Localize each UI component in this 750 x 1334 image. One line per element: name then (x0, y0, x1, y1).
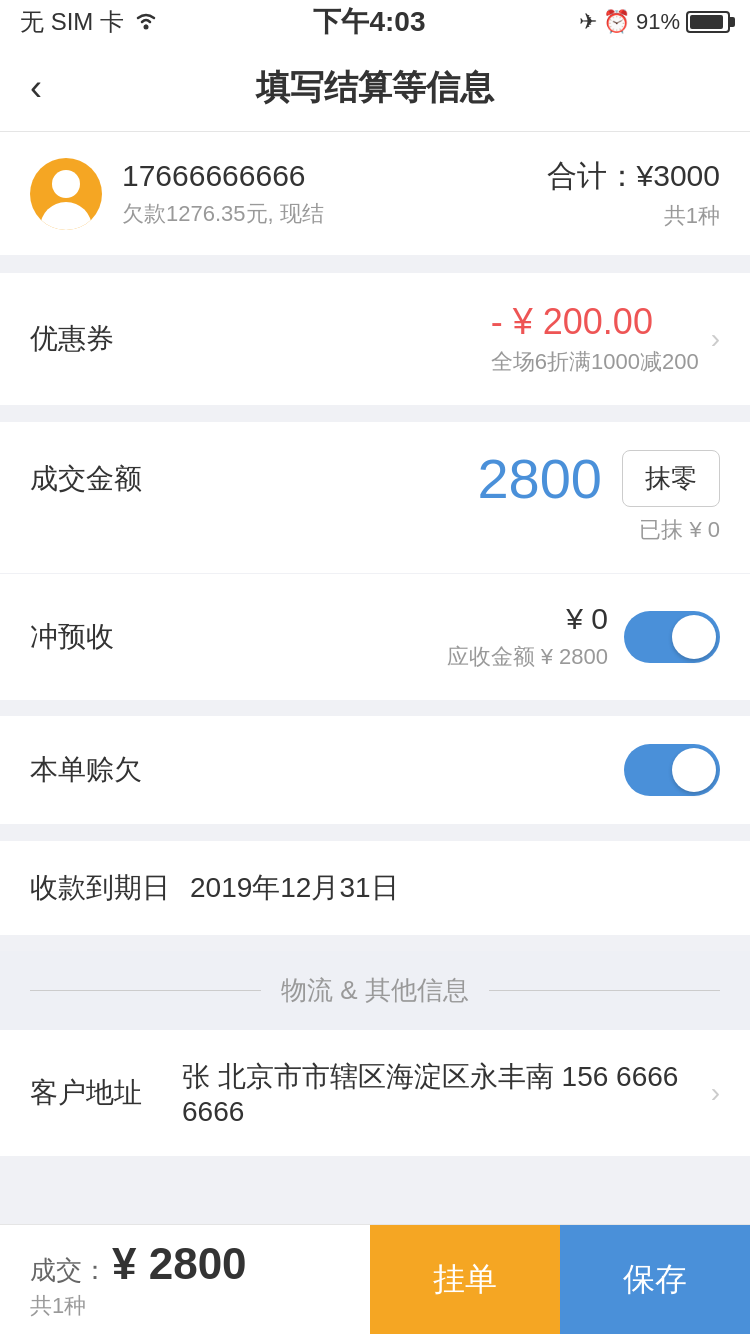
debt-row: 本单赊欠 (0, 716, 750, 825)
nav-bar: ‹ 填写结算等信息 (0, 44, 750, 132)
precollect-section: 冲预收 ¥ 0 应收金额 ¥ 2800 (0, 574, 750, 700)
footer: 成交： ¥ 2800 共1种 挂单 保存 (0, 1224, 750, 1334)
logistics-line-left (30, 990, 261, 991)
customer-info: 17666666666 欠款1276.35元, 现结 (122, 159, 324, 229)
svg-point-0 (144, 25, 149, 30)
due-date-value: 2019年12月31日 (190, 869, 399, 907)
status-right: ✈ ⏰ 91% (579, 9, 730, 35)
back-button[interactable]: ‹ (30, 67, 42, 109)
customer-phone: 17666666666 (122, 159, 324, 193)
footer-left: 成交： ¥ 2800 共1种 (0, 1239, 370, 1321)
logistics-line-right (489, 990, 720, 991)
deal-label: 成交金额 (30, 460, 142, 498)
location-icon: ✈ (579, 9, 597, 35)
precollect-amount-area: ¥ 0 应收金额 ¥ 2800 (447, 602, 608, 672)
battery-percent: 91% (636, 9, 680, 35)
footer-deal-row: 成交： ¥ 2800 (30, 1239, 340, 1289)
coupon-desc: 全场6折满1000减200 (491, 347, 699, 377)
total-amount: 合计：¥3000 (547, 156, 720, 197)
address-row[interactable]: 客户地址 张 北京市市辖区海淀区永丰南 156 6666 6666 › (0, 1030, 750, 1156)
debt-toggle-thumb (672, 748, 716, 792)
footer-amount: ¥ 2800 (112, 1239, 247, 1289)
deal-amount-section: 成交金额 2800 抹零 已抹 ¥ 0 (0, 422, 750, 574)
address-chevron-icon: › (711, 1077, 720, 1109)
logistics-text: 物流 & 其他信息 (281, 973, 469, 1008)
deal-amount-area: 2800 抹零 (477, 450, 720, 507)
deal-amount-row: 成交金额 2800 抹零 (30, 450, 720, 507)
section-gap-4 (0, 825, 750, 841)
status-time: 下午4:03 (313, 3, 425, 41)
precollect-top: 冲预收 ¥ 0 应收金额 ¥ 2800 (30, 602, 720, 672)
alarm-icon: ⏰ (603, 9, 630, 35)
customer-card: 17666666666 欠款1276.35元, 现结 合计：¥3000 共1种 (0, 132, 750, 255)
total-count: 共1种 (547, 201, 720, 231)
precollect-toggle[interactable] (624, 611, 720, 663)
sim-status: 无 SIM 卡 (20, 6, 124, 38)
address-label: 客户地址 (30, 1074, 142, 1112)
precollect-amount: ¥ 0 (447, 602, 608, 636)
section-gap-2 (0, 406, 750, 422)
customer-right: 合计：¥3000 共1种 (547, 156, 720, 231)
deal-amount-value: 2800 (477, 451, 602, 507)
toggle-thumb (672, 615, 716, 659)
precollect-label: 冲预收 (30, 618, 114, 656)
customer-debt: 欠款1276.35元, 现结 (122, 199, 324, 229)
avatar (30, 158, 102, 230)
section-gap-5 (0, 935, 750, 951)
customer-left: 17666666666 欠款1276.35元, 现结 (30, 158, 324, 230)
section-gap-3 (0, 700, 750, 716)
debt-label: 本单赊欠 (30, 751, 142, 789)
precollect-right: ¥ 0 应收金额 ¥ 2800 (447, 602, 720, 672)
due-date-row: 收款到期日 2019年12月31日 (0, 841, 750, 935)
page-title: 填写结算等信息 (256, 65, 494, 111)
address-content: 张 北京市市辖区海淀区永丰南 156 6666 6666 (162, 1058, 691, 1128)
coupon-row[interactable]: 优惠券 - ¥ 200.00 全场6折满1000减200 › (0, 273, 750, 406)
round-zero-button[interactable]: 抹零 (622, 450, 720, 507)
precollect-sub: 应收金额 ¥ 2800 (447, 642, 608, 672)
wifi-icon (132, 8, 160, 36)
deal-sub: 已抹 ¥ 0 (30, 515, 720, 545)
status-left: 无 SIM 卡 (20, 6, 160, 38)
coupon-info: - ¥ 200.00 全场6折满1000减200 (491, 301, 699, 377)
hang-order-button[interactable]: 挂单 (370, 1225, 560, 1335)
save-button[interactable]: 保存 (560, 1225, 750, 1335)
due-label: 收款到期日 (30, 869, 170, 907)
battery-icon (686, 11, 730, 33)
logistics-header: 物流 & 其他信息 (0, 951, 750, 1030)
footer-count: 共1种 (30, 1291, 340, 1321)
coupon-chevron-icon: › (711, 323, 720, 355)
coupon-label: 优惠券 (30, 320, 114, 358)
coupon-right: - ¥ 200.00 全场6折满1000减200 › (491, 301, 720, 377)
status-bar: 无 SIM 卡 下午4:03 ✈ ⏰ 91% (0, 0, 750, 44)
debt-toggle[interactable] (624, 744, 720, 796)
section-gap-1 (0, 257, 750, 273)
coupon-amount: - ¥ 200.00 (491, 301, 699, 343)
footer-deal-label: 成交： (30, 1253, 108, 1288)
